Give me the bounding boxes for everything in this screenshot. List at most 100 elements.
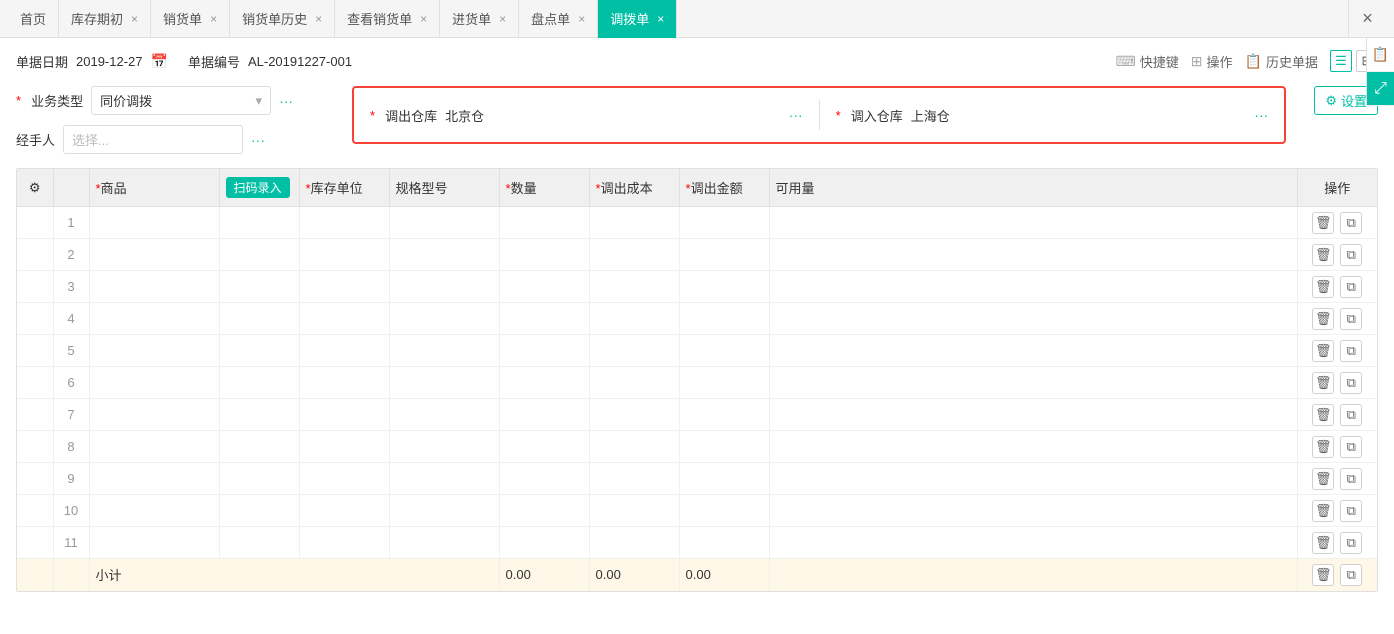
copy-icon[interactable]: ⧉ <box>1340 372 1362 394</box>
delete-icon[interactable]: 🗑 <box>1312 436 1334 458</box>
row-product-7[interactable] <box>89 399 219 431</box>
row-cost-1[interactable] <box>589 207 679 239</box>
tab-view-sales-close[interactable]: × <box>420 12 427 26</box>
row-product-6[interactable] <box>89 367 219 399</box>
row-product-1[interactable] <box>89 207 219 239</box>
row-cost-4[interactable] <box>589 303 679 335</box>
tab-sales-history-close[interactable]: × <box>315 12 322 26</box>
tab-inventory-init[interactable]: 库存期初 × <box>59 0 151 38</box>
row-amount-9[interactable] <box>679 463 769 495</box>
copy-icon[interactable]: ⧉ <box>1340 468 1362 490</box>
sidebar-expand-icon[interactable]: ⤢ <box>1367 72 1394 106</box>
history-button[interactable]: 📋 历史单据 <box>1245 52 1318 71</box>
row-amount-8[interactable] <box>679 431 769 463</box>
delete-icon[interactable]: 🗑 <box>1312 276 1334 298</box>
sidebar-note-icon[interactable]: 📋 <box>1367 38 1394 72</box>
delete-icon[interactable]: 🗑 <box>1312 468 1334 490</box>
delete-icon[interactable]: 🗑 <box>1312 372 1334 394</box>
copy-icon[interactable]: ⧉ <box>1340 500 1362 522</box>
row-qty-1[interactable] <box>499 207 589 239</box>
row-qty-10[interactable] <box>499 495 589 527</box>
row-amount-2[interactable] <box>679 239 769 271</box>
row-settings-5 <box>17 335 53 367</box>
tab-sales-order[interactable]: 销货单 × <box>151 0 230 38</box>
operations-button[interactable]: ⊞ 操作 <box>1191 52 1233 71</box>
row-cost-7[interactable] <box>589 399 679 431</box>
copy-icon[interactable]: ⧉ <box>1340 308 1362 330</box>
row-cost-6[interactable] <box>589 367 679 399</box>
delete-icon[interactable]: 🗑 <box>1312 308 1334 330</box>
row-product-3[interactable] <box>89 271 219 303</box>
subtotal-delete-icon[interactable]: 🗑 <box>1312 564 1334 586</box>
delete-icon[interactable]: 🗑 <box>1312 532 1334 554</box>
row-product-2[interactable] <box>89 239 219 271</box>
transfer-out-more[interactable]: ··· <box>789 107 803 123</box>
copy-icon[interactable]: ⧉ <box>1340 276 1362 298</box>
tab-home[interactable]: 首页 <box>8 0 59 38</box>
row-cost-10[interactable] <box>589 495 679 527</box>
tab-inventory-init-close[interactable]: × <box>131 12 138 26</box>
tab-inventory-check-close[interactable]: × <box>578 12 585 26</box>
copy-icon[interactable]: ⧉ <box>1340 244 1362 266</box>
tab-sales-order-close[interactable]: × <box>210 12 217 26</box>
business-type-more[interactable]: ··· <box>279 93 293 109</box>
tab-purchase[interactable]: 进货单 × <box>440 0 519 38</box>
row-qty-3[interactable] <box>499 271 589 303</box>
business-type-select[interactable]: 同价调拨 ▾ <box>91 86 271 115</box>
shortcuts-button[interactable]: ⌨ 快捷键 <box>1116 52 1179 71</box>
row-amount-1[interactable] <box>679 207 769 239</box>
scan-button[interactable]: 扫码录入 <box>226 177 290 198</box>
row-cost-2[interactable] <box>589 239 679 271</box>
row-amount-11[interactable] <box>679 527 769 559</box>
row-product-10[interactable] <box>89 495 219 527</box>
delete-icon[interactable]: 🗑 <box>1312 500 1334 522</box>
handler-select[interactable]: 选择... <box>63 125 243 154</box>
row-product-9[interactable] <box>89 463 219 495</box>
copy-icon[interactable]: ⧉ <box>1340 404 1362 426</box>
row-qty-8[interactable] <box>499 431 589 463</box>
layout-list-icon[interactable]: ☰ <box>1330 50 1352 72</box>
row-qty-5[interactable] <box>499 335 589 367</box>
delete-icon[interactable]: 🗑 <box>1312 212 1334 234</box>
row-product-5[interactable] <box>89 335 219 367</box>
copy-icon[interactable]: ⧉ <box>1340 340 1362 362</box>
row-qty-6[interactable] <box>499 367 589 399</box>
row-cost-5[interactable] <box>589 335 679 367</box>
row-amount-7[interactable] <box>679 399 769 431</box>
row-amount-3[interactable] <box>679 271 769 303</box>
transfer-in-more[interactable]: ··· <box>1254 107 1268 123</box>
delete-icon[interactable]: 🗑 <box>1312 340 1334 362</box>
tab-purchase-close[interactable]: × <box>499 12 506 26</box>
row-amount-6[interactable] <box>679 367 769 399</box>
tab-view-sales[interactable]: 查看销货单 × <box>335 0 440 38</box>
row-qty-4[interactable] <box>499 303 589 335</box>
tab-bar-close-button[interactable]: × <box>1348 0 1386 38</box>
row-qty-7[interactable] <box>499 399 589 431</box>
row-cost-8[interactable] <box>589 431 679 463</box>
row-amount-5[interactable] <box>679 335 769 367</box>
delete-icon[interactable]: 🗑 <box>1312 244 1334 266</box>
calendar-icon[interactable]: 📅 <box>151 53 168 70</box>
copy-icon[interactable]: ⧉ <box>1340 212 1362 234</box>
row-cost-9[interactable] <box>589 463 679 495</box>
row-product-4[interactable] <box>89 303 219 335</box>
row-qty-9[interactable] <box>499 463 589 495</box>
col-settings-header[interactable]: ⚙ <box>17 169 53 207</box>
copy-icon[interactable]: ⧉ <box>1340 436 1362 458</box>
row-product-11[interactable] <box>89 527 219 559</box>
row-qty-11[interactable] <box>499 527 589 559</box>
copy-icon[interactable]: ⧉ <box>1340 532 1362 554</box>
row-qty-2[interactable] <box>499 239 589 271</box>
delete-icon[interactable]: 🗑 <box>1312 404 1334 426</box>
row-cost-3[interactable] <box>589 271 679 303</box>
handler-more[interactable]: ··· <box>251 132 265 148</box>
tab-transfer[interactable]: 调拨单 × <box>598 0 677 38</box>
row-amount-10[interactable] <box>679 495 769 527</box>
tab-inventory-check[interactable]: 盘点单 × <box>519 0 598 38</box>
row-product-8[interactable] <box>89 431 219 463</box>
row-amount-4[interactable] <box>679 303 769 335</box>
tab-transfer-close[interactable]: × <box>657 12 664 26</box>
subtotal-copy-icon[interactable]: ⧉ <box>1340 564 1362 586</box>
tab-sales-history[interactable]: 销货单历史 × <box>230 0 335 38</box>
row-cost-11[interactable] <box>589 527 679 559</box>
